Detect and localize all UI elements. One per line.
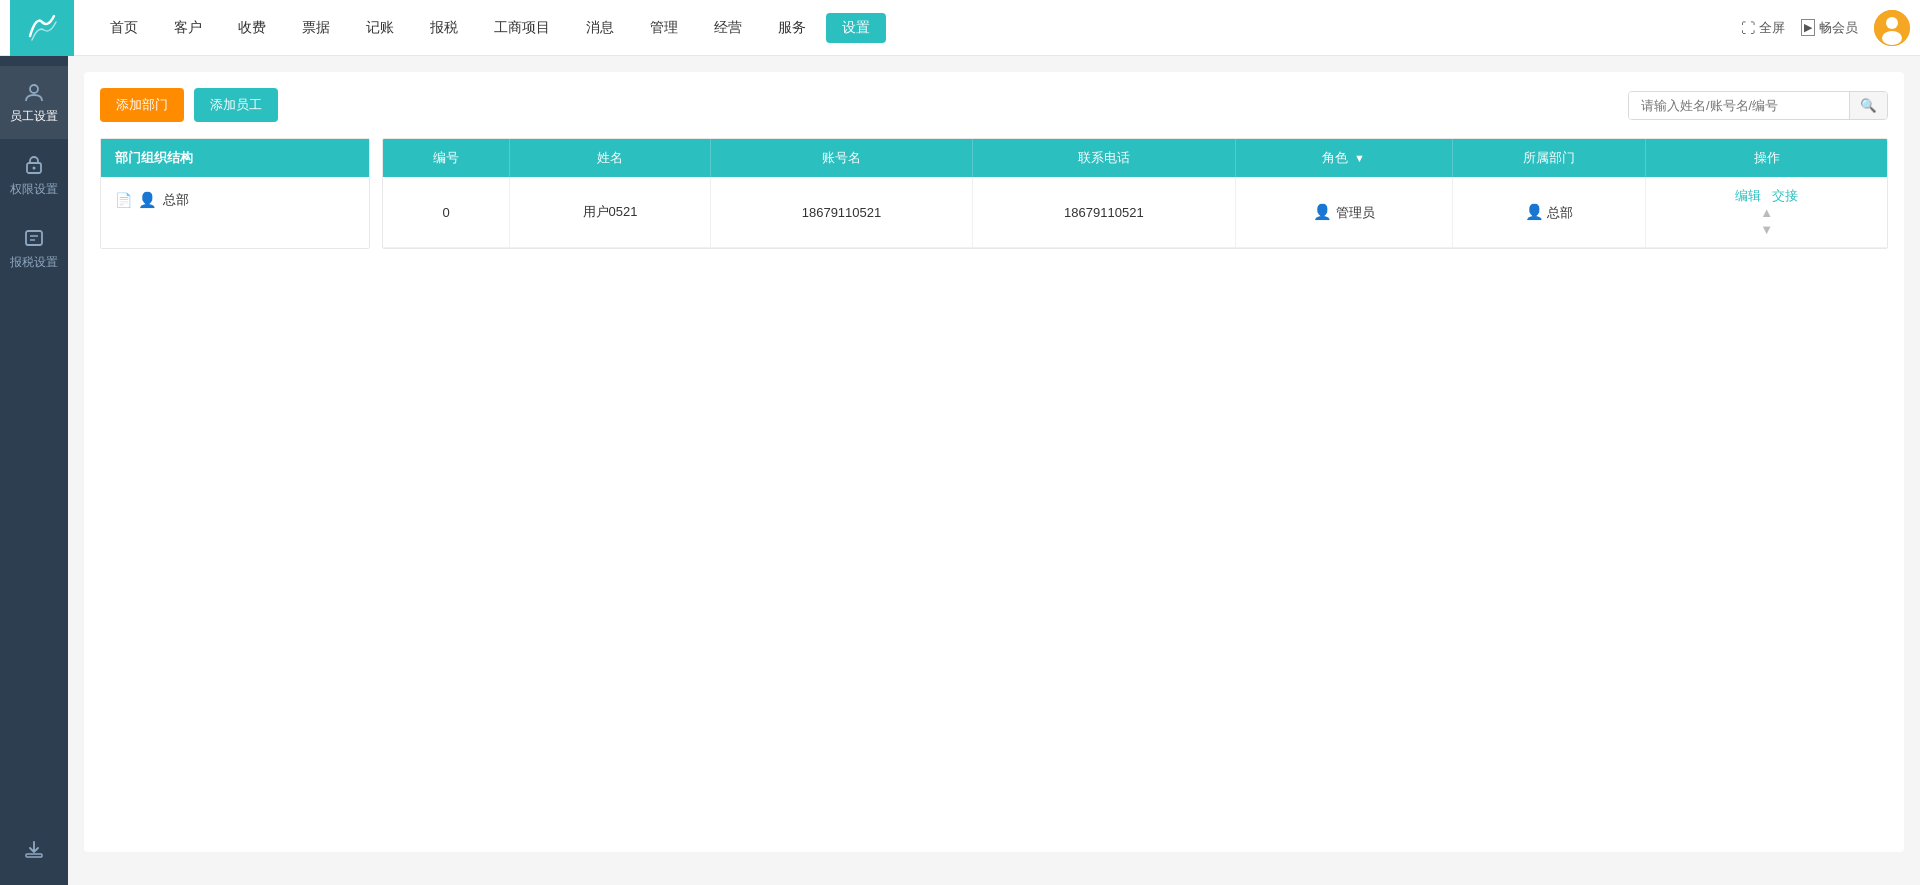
download-icon (22, 837, 46, 861)
role-label: 管理员 (1336, 205, 1375, 220)
dept-user-icon: 👤 (138, 191, 157, 209)
nav-accounting[interactable]: 记账 (350, 13, 410, 43)
search-icon: 🔍 (1860, 98, 1877, 113)
vip-icon: ▶ (1801, 19, 1815, 36)
col-header-account: 账号名 (710, 139, 972, 177)
table-row: 0 用户0521 18679110521 18679110521 👤 管理员 👤 (383, 177, 1887, 248)
sidebar-item-employee[interactable]: 员工设置 (0, 66, 68, 139)
sidebar: 员工设置 权限设置 报税设置 (0, 56, 68, 885)
svg-rect-6 (26, 231, 42, 245)
fullscreen-icon: ⛶ (1741, 20, 1755, 36)
svg-rect-9 (26, 854, 42, 857)
dept-tree-header: 部门组织结构 (101, 139, 369, 177)
edit-button[interactable]: 编辑 (1735, 187, 1761, 205)
col-header-name: 姓名 (510, 139, 711, 177)
cell-account: 18679110521 (710, 177, 972, 248)
nav-operation[interactable]: 经营 (698, 13, 758, 43)
sidebar-item-download[interactable] (22, 823, 46, 875)
sidebar-taxsettings-label: 报税设置 (10, 254, 58, 271)
fullscreen-label: 全屏 (1759, 19, 1785, 37)
cell-phone: 18679110521 (973, 177, 1235, 248)
permission-icon (22, 153, 46, 177)
employee-icon (22, 80, 46, 104)
nav-message[interactable]: 消息 (570, 13, 630, 43)
dept-name-label: 总部 (163, 191, 189, 209)
sidebar-item-permission[interactable]: 权限设置 (0, 139, 68, 212)
col-header-role: 角色 ▼ (1235, 139, 1452, 177)
row-scroll-arrows: ▲ ▼ (1658, 205, 1875, 237)
add-employee-button[interactable]: 添加员工 (194, 88, 278, 122)
svg-point-3 (30, 85, 38, 93)
content-card: 添加部门 添加员工 🔍 部门组织结构 📄 👤 (84, 72, 1904, 852)
nav-menu: 首页 客户 收费 票据 记账 报税 工商项目 消息 管理 经营 服务 设置 (74, 13, 1741, 43)
nav-invoice[interactable]: 票据 (286, 13, 346, 43)
cell-dept: 👤 总部 (1452, 177, 1645, 248)
nav-home[interactable]: 首页 (94, 13, 154, 43)
nav-customer[interactable]: 客户 (158, 13, 218, 43)
table-area: 部门组织结构 📄 👤 总部 编号 (100, 138, 1888, 249)
dept-tree-body: 📄 👤 总部 (101, 177, 369, 223)
svg-point-1 (1886, 17, 1898, 29)
data-table-container: 编号 姓名 账号名 联系电话 角色 ▼ 所属部门 操作 (382, 138, 1888, 249)
user-avatar[interactable] (1874, 10, 1910, 46)
nav-settings[interactable]: 设置 (826, 13, 886, 43)
sidebar-permission-label: 权限设置 (10, 181, 58, 198)
dept-file-icon: 📄 (115, 192, 132, 208)
svg-point-5 (33, 167, 36, 170)
dept-tree-item-root[interactable]: 📄 👤 总部 (111, 185, 359, 215)
role-user-icon: 👤 (1313, 203, 1332, 220)
sidebar-employee-label: 员工设置 (10, 108, 58, 125)
svg-point-2 (1882, 31, 1902, 45)
cell-role: 👤 管理员 (1235, 177, 1452, 248)
cell-actions: 编辑 交接 ▲ ▼ (1646, 177, 1887, 248)
employee-table: 编号 姓名 账号名 联系电话 角色 ▼ 所属部门 操作 (383, 139, 1887, 248)
add-dept-button[interactable]: 添加部门 (100, 88, 184, 122)
col-header-id: 编号 (383, 139, 510, 177)
col-header-actions: 操作 (1646, 139, 1887, 177)
search-button[interactable]: 🔍 (1849, 92, 1887, 119)
cell-id: 0 (383, 177, 510, 248)
sidebar-item-taxsettings[interactable]: 报税设置 (0, 212, 68, 285)
nav-service[interactable]: 服务 (762, 13, 822, 43)
col-header-phone: 联系电话 (973, 139, 1235, 177)
search-box: 🔍 (1628, 91, 1888, 120)
app-logo (10, 0, 74, 56)
vip-button[interactable]: ▶ 畅会员 (1801, 19, 1858, 37)
nav-right-area: ⛶ 全屏 ▶ 畅会员 (1741, 10, 1910, 46)
dept-user-icon2: 👤 (1525, 203, 1544, 220)
toolbar: 添加部门 添加员工 🔍 (100, 88, 1888, 122)
nav-fee[interactable]: 收费 (222, 13, 282, 43)
role-filter-icon[interactable]: ▼ (1354, 152, 1365, 164)
main-layout: 员工设置 权限设置 报税设置 (0, 56, 1920, 885)
top-navigation: 首页 客户 收费 票据 记账 报税 工商项目 消息 管理 经营 服务 设置 ⛶ … (0, 0, 1920, 56)
search-input[interactable] (1629, 92, 1849, 119)
nav-business[interactable]: 工商项目 (478, 13, 566, 43)
main-content: 添加部门 添加员工 🔍 部门组织结构 📄 👤 (68, 56, 1920, 885)
dept-tree: 部门组织结构 📄 👤 总部 (100, 138, 370, 249)
nav-tax[interactable]: 报税 (414, 13, 474, 43)
handover-button[interactable]: 交接 (1772, 187, 1798, 205)
nav-management[interactable]: 管理 (634, 13, 694, 43)
fullscreen-button[interactable]: ⛶ 全屏 (1741, 19, 1785, 37)
dept-label: 总部 (1547, 205, 1573, 220)
taxsettings-icon (22, 226, 46, 250)
cell-name: 用户0521 (510, 177, 711, 248)
vip-label: 畅会员 (1819, 19, 1858, 37)
col-header-dept: 所属部门 (1452, 139, 1645, 177)
